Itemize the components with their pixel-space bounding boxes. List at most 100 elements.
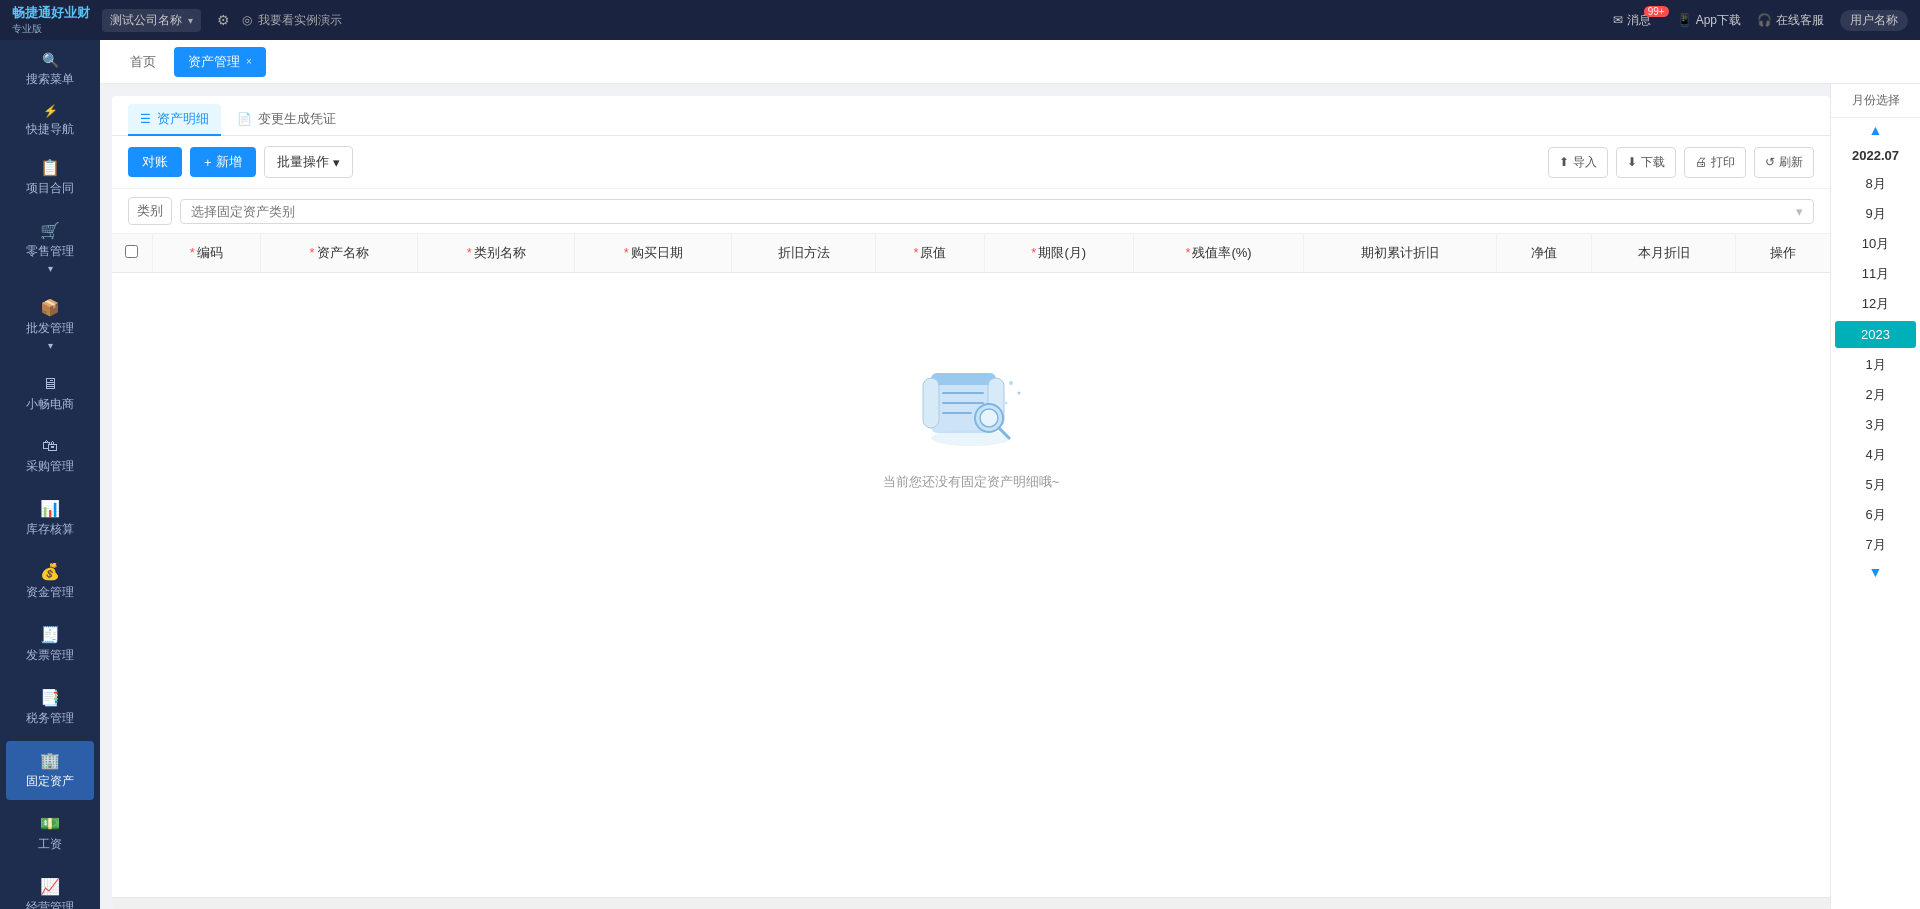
sidebar-item-ecommerce[interactable]: 🖥 小畅电商 [6,365,94,423]
tab-asset-management[interactable]: 资产管理 × [174,47,266,77]
table-header-operation: 操作 [1736,234,1830,273]
top-bar-right: ✉ 消息 99+ 📱 App下载 🎧 在线客服 用户名称 [1613,10,1908,31]
sidebar-item-payroll[interactable]: 💵 工资 [6,804,94,863]
app-logo-sub: 专业版 [12,22,90,35]
search-label: 搜索菜单 [26,71,74,88]
month-item-9[interactable]: 9月 [1831,199,1920,229]
month-item-8[interactable]: 8月 [1831,169,1920,199]
table-header-category: *类别名称 [418,234,575,273]
sub-tab-detail[interactable]: ☰ 资产明细 [128,104,221,136]
user-name: 用户名称 [1850,13,1898,27]
month-nav-up-button[interactable]: ▲ [1831,118,1920,142]
category-input[interactable] [191,204,1796,219]
filter-bar: 类别 ▾ [112,189,1830,234]
month-item-7[interactable]: 7月 [1831,530,1920,560]
tab-home[interactable]: 首页 [116,47,170,77]
sidebar-item-label: 项目合同 [26,180,74,197]
inventory-icon: 📊 [40,499,60,518]
main-layout: 🔍 搜索菜单 ⚡ 快捷导航 📋 项目合同 🛒 零售管理 ▾ 📦 批发管理 ▾ 🖥… [0,40,1920,909]
sidebar-item-inventory[interactable]: 📊 库存核算 [6,489,94,548]
month-item-1[interactable]: 1月 [1831,350,1920,380]
sidebar-item-operation[interactable]: 📈 经营管理 [6,867,94,909]
refresh-button[interactable]: ↺ 刷新 [1754,147,1814,178]
sidebar-item-tax[interactable]: 📑 税务管理 [6,678,94,737]
message-badge: 99+ [1644,6,1669,17]
sidebar-item-label: 采购管理 [26,458,74,475]
sidebar-item-label: 固定资产 [26,773,74,790]
app-download-button[interactable]: 📱 App下载 [1677,12,1741,29]
table-header-accumulated-depreciation: 期初累计折旧 [1304,234,1497,273]
month-item-current[interactable]: 2022.07 [1831,142,1920,169]
month-item-10[interactable]: 10月 [1831,229,1920,259]
demo-link[interactable]: ◎ 我要看实例演示 [242,12,342,29]
svg-point-11 [1009,381,1013,385]
sidebar-item-purchase[interactable]: 🛍 采购管理 [6,427,94,485]
sidebar-item-project[interactable]: 📋 项目合同 [6,148,94,207]
month-item-4[interactable]: 4月 [1831,440,1920,470]
year-badge-2023[interactable]: 2023 [1835,321,1916,348]
table-header-code: *编码 [152,234,261,273]
month-item-11[interactable]: 11月 [1831,259,1920,289]
tab-close-icon[interactable]: × [246,56,252,67]
sidebar-item-finance[interactable]: 💰 资金管理 [6,552,94,611]
svg-rect-3 [923,378,939,428]
demo-icon: ◎ [242,13,252,27]
month-picker-title: 月份选择 [1831,84,1920,118]
sidebar-search[interactable]: 🔍 搜索菜单 [0,44,100,96]
ecommerce-icon: 🖥 [42,375,58,393]
message-button[interactable]: ✉ 消息 99+ [1613,12,1661,29]
empty-state: 当前您还没有固定资产明细哦~ [112,273,1830,571]
sidebar-item-fixed-asset[interactable]: 🏢 固定资产 [6,741,94,800]
sidebar-item-label: 资金管理 [26,584,74,601]
sub-tab-detail-label: 资产明细 [157,110,209,128]
tax-icon: 📑 [40,688,60,707]
page-content: ☰ 资产明细 📄 变更生成凭证 对账 + 新增 [100,84,1920,909]
online-service-button[interactable]: 🎧 在线客服 [1757,12,1824,29]
print-icon: 🖨 [1695,155,1707,169]
online-service-label: 在线客服 [1776,12,1824,29]
sidebar-item-label: 工资 [38,836,62,853]
import-button[interactable]: ⬆ 导入 [1548,147,1608,178]
table-header-depreciation-method: 折旧方法 [732,234,876,273]
table-header-period-months: *期限(月) [984,234,1133,273]
category-input-wrapper: ▾ [180,199,1814,224]
download-icon: ⬇ [1627,155,1637,169]
print-button[interactable]: 🖨 打印 [1684,147,1746,178]
month-item-6[interactable]: 6月 [1831,500,1920,530]
sidebar-item-invoice[interactable]: 🧾 发票管理 [6,615,94,674]
import-icon: ⬆ [1559,155,1569,169]
month-nav-down-button[interactable]: ▼ [1831,560,1920,584]
sidebar-item-retail[interactable]: 🛒 零售管理 ▾ [6,211,94,284]
batch-button[interactable]: 批量操作 ▾ [264,146,353,178]
company-selector[interactable]: 测试公司名称 ▾ [102,9,201,32]
wholesale-icon: 📦 [40,298,60,317]
user-button[interactable]: 用户名称 [1840,10,1908,31]
payroll-icon: 💵 [40,814,60,833]
table-header-checkbox [112,234,152,273]
month-item-3[interactable]: 3月 [1831,410,1920,440]
bottom-scrollbar[interactable] [112,897,1830,909]
month-item-2[interactable]: 2月 [1831,380,1920,410]
select-all-checkbox[interactable] [125,245,138,258]
table-header-net-value: 净值 [1496,234,1591,273]
main-panel: ☰ 资产明细 📄 变更生成凭证 对账 + 新增 [112,96,1830,909]
tab-bar: 首页 资产管理 × [100,40,1920,84]
refresh-label: 刷新 [1779,154,1803,171]
month-item-5[interactable]: 5月 [1831,470,1920,500]
sidebar-item-quick-nav[interactable]: ⚡ 快捷导航 [0,96,100,146]
app-logo: 畅捷通好业财 专业版 [12,5,90,35]
sidebar-item-wholesale[interactable]: 📦 批发管理 ▾ [6,288,94,361]
add-button[interactable]: + 新增 [190,147,256,177]
chevron-down-icon: ▾ [188,15,193,26]
table-header-name: *资产名称 [261,234,418,273]
quick-nav-icon: ⚡ [43,104,58,118]
add-icon: + [204,155,212,170]
table-wrapper: *编码 *资产名称 *类别名称 *购买日期 [112,234,1830,897]
month-item-12[interactable]: 12月 [1831,289,1920,319]
settings-icon[interactable]: ⚙ [217,12,230,28]
download-button[interactable]: ⬇ 下载 [1616,147,1676,178]
category-filter[interactable]: 类别 [128,197,172,225]
pair-button[interactable]: 对账 [128,147,182,177]
content-area: 首页 资产管理 × ☰ 资产明细 📄 变更生成凭证 [100,40,1920,909]
sub-tab-voucher[interactable]: 📄 变更生成凭证 [225,104,348,136]
